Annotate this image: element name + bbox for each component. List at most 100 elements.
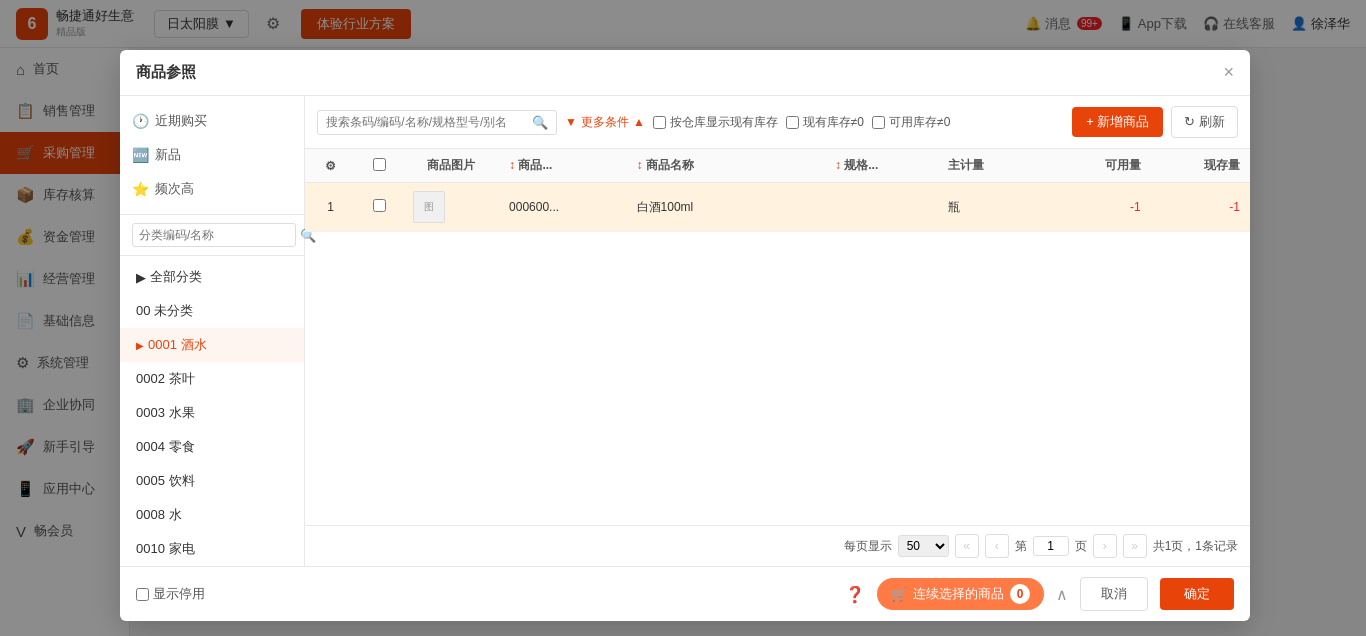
checkbox-by-warehouse-input[interactable] <box>653 116 666 129</box>
col-settings: ⚙ <box>305 149 356 183</box>
category-search-area: 🔍 <box>120 215 304 256</box>
row-checkbox[interactable] <box>373 199 386 212</box>
category-item-00[interactable]: 00 未分类 <box>120 294 304 328</box>
table-row[interactable]: 1 图 000600... 白酒100ml 瓶 -1 <box>305 183 1250 232</box>
expand-icon[interactable]: ∧ <box>1056 585 1068 604</box>
col-name-label: 商品名称 <box>646 158 694 172</box>
category-item-0004[interactable]: 0004 零食 <box>120 430 304 464</box>
category-item-0001[interactable]: ▶ 0001 酒水 <box>120 328 304 362</box>
refresh-button[interactable]: ↻ 刷新 <box>1171 106 1238 138</box>
table-header-row: ⚙ 商品图片 ↕ 商品... <box>305 149 1250 183</box>
category-0004-label: 0004 零食 <box>136 439 195 454</box>
prev-page-button[interactable]: ‹ <box>985 534 1009 558</box>
category-0002-label: 0002 茶叶 <box>136 371 195 386</box>
sort-icon: ↕ <box>509 158 515 172</box>
category-search-input[interactable] <box>132 223 296 247</box>
product-modal: 商品参照 × 🕐 近期购买 🆕 新品 ⭐ 频次高 <box>120 50 1250 621</box>
col-code-label: 商品... <box>518 158 552 172</box>
page-size-select[interactable]: 50 10 20 100 <box>898 535 949 557</box>
category-item-0010[interactable]: 0010 家电 <box>120 532 304 566</box>
product-search-input[interactable] <box>326 115 528 129</box>
cart-button[interactable]: 🛒 连续选择的商品 0 <box>877 578 1044 610</box>
category-0008-label: 0008 水 <box>136 507 182 522</box>
cart-count: 0 <box>1010 584 1030 604</box>
category-item-0005[interactable]: 0005 饮料 <box>120 464 304 498</box>
product-toolbar: 🔍 ▼ 更多条件 ▲ 按仓库显示现有库存 现有库存≠0 可用库存≠0 <box>305 96 1250 149</box>
show-disabled-input[interactable] <box>136 588 149 601</box>
filter-button[interactable]: ▼ 更多条件 ▲ <box>565 114 645 131</box>
col-avail-header: 可用量 <box>1037 149 1150 183</box>
checkbox-avail-not-zero-input[interactable] <box>872 116 885 129</box>
checkbox-stock-not-zero-input[interactable] <box>786 116 799 129</box>
product-image: 图 <box>413 191 445 223</box>
row-name: 白酒100ml <box>627 183 825 232</box>
confirm-button[interactable]: 确定 <box>1160 578 1234 610</box>
tab-recent-label: 近期购买 <box>155 112 207 130</box>
product-panel: 🔍 ▼ 更多条件 ▲ 按仓库显示现有库存 现有库存≠0 可用库存≠0 <box>305 96 1250 566</box>
col-stock-label: 现存量 <box>1204 158 1240 172</box>
category-0005-label: 0005 饮料 <box>136 473 195 488</box>
category-item-0002[interactable]: 0002 茶叶 <box>120 362 304 396</box>
modal-close-button[interactable]: × <box>1223 62 1234 83</box>
total-text: 共1页，1条记录 <box>1153 538 1238 555</box>
show-disabled-checkbox[interactable]: 显示停用 <box>136 585 205 603</box>
tab-new[interactable]: 🆕 新品 <box>120 138 304 172</box>
tab-freq[interactable]: ⭐ 频次高 <box>120 172 304 206</box>
sort-icon-2: ↕ <box>637 158 643 172</box>
last-page-button[interactable]: » <box>1123 534 1147 558</box>
cart-icon: 🛒 <box>891 587 907 602</box>
col-unit-header: 主计量 <box>938 149 1037 183</box>
add-product-button[interactable]: + 新增商品 <box>1072 107 1163 137</box>
modal-title: 商品参照 <box>136 63 196 82</box>
product-table: ⚙ 商品图片 ↕ 商品... <box>305 149 1250 525</box>
page-label: 第 <box>1015 538 1027 555</box>
modal-header: 商品参照 × <box>120 50 1250 96</box>
filter-icon: ▼ <box>565 115 577 129</box>
checkbox-stock-not-zero[interactable]: 现有库存≠0 <box>786 114 864 131</box>
help-icon[interactable]: ❓ <box>845 585 865 604</box>
col-img-label: 商品图片 <box>427 158 475 172</box>
row-spec <box>825 183 938 232</box>
page-number-input[interactable] <box>1033 536 1069 556</box>
checkbox-by-warehouse-label: 按仓库显示现有库存 <box>670 114 778 131</box>
page-unit: 页 <box>1075 538 1087 555</box>
row-avail: -1 <box>1037 183 1150 232</box>
category-all-label: 全部分类 <box>150 268 202 286</box>
pagination: 每页显示 50 10 20 100 « ‹ 第 页 › » 共1页，1条记录 <box>305 525 1250 566</box>
sort-icon-3: ↕ <box>835 158 841 172</box>
arrow-right-icon: ▶ <box>136 340 144 351</box>
checkbox-by-warehouse[interactable]: 按仓库显示现有库存 <box>653 114 778 131</box>
col-spec-label: 规格... <box>844 158 878 172</box>
category-item-0008[interactable]: 0008 水 <box>120 498 304 532</box>
cart-label: 连续选择的商品 <box>913 585 1004 603</box>
tab-new-label: 新品 <box>155 146 181 164</box>
category-item-0003[interactable]: 0003 水果 <box>120 396 304 430</box>
cancel-button[interactable]: 取消 <box>1080 577 1148 611</box>
checkbox-avail-not-zero[interactable]: 可用库存≠0 <box>872 114 950 131</box>
col-name-header[interactable]: ↕ 商品名称 <box>627 149 825 183</box>
checkbox-stock-not-zero-label: 现有库存≠0 <box>803 114 864 131</box>
show-disabled-label: 显示停用 <box>153 585 205 603</box>
tab-recent[interactable]: 🕐 近期购买 <box>120 104 304 138</box>
category-0001-label: 0001 酒水 <box>148 336 207 354</box>
first-page-button[interactable]: « <box>955 534 979 558</box>
clock-icon: 🕐 <box>132 113 149 129</box>
col-unit-label: 主计量 <box>948 158 984 172</box>
filter-arrow-icon: ▲ <box>633 115 645 129</box>
category-00-label: 00 未分类 <box>136 303 193 318</box>
filter-label: 更多条件 <box>581 114 629 131</box>
row-unit: 瓶 <box>938 183 1037 232</box>
col-avail-label: 可用量 <box>1105 158 1141 172</box>
star-icon: ⭐ <box>132 181 149 197</box>
search-icon[interactable]: 🔍 <box>532 115 548 130</box>
modal-footer: 显示停用 ❓ 🛒 连续选择的商品 0 ∧ 取消 确定 <box>120 566 1250 621</box>
checkbox-avail-not-zero-label: 可用库存≠0 <box>889 114 950 131</box>
row-num: 1 <box>305 183 356 232</box>
select-all-checkbox[interactable] <box>373 158 386 171</box>
next-page-button[interactable]: › <box>1093 534 1117 558</box>
col-code-header[interactable]: ↕ 商品... <box>499 149 627 183</box>
col-spec-header[interactable]: ↕ 规格... <box>825 149 938 183</box>
page-size-label: 每页显示 <box>844 538 892 555</box>
col-img-header: 商品图片 <box>403 149 499 183</box>
category-item-all[interactable]: ▶ 全部分类 <box>120 260 304 294</box>
